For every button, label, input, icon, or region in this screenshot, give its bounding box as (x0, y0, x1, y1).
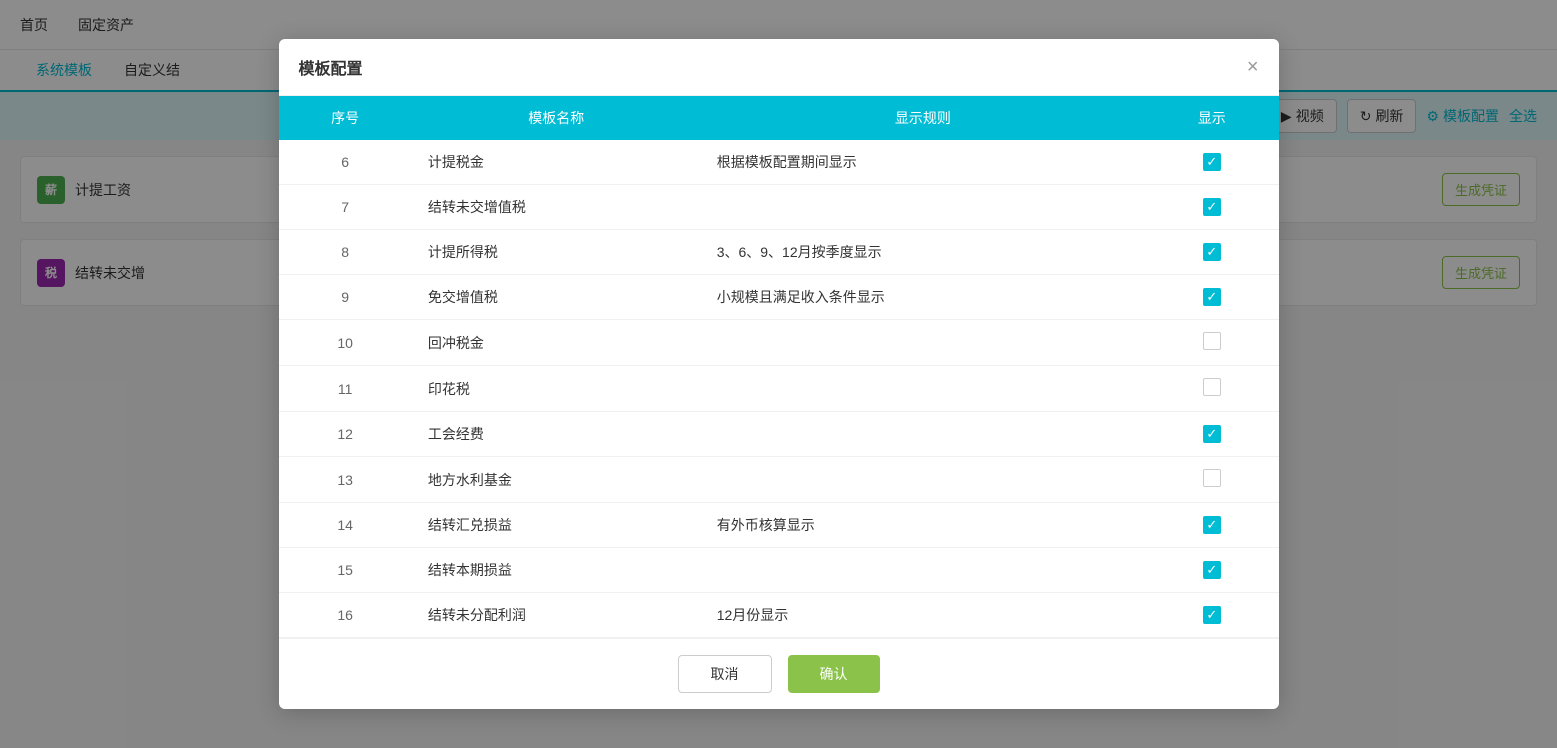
cancel-button[interactable]: 取消 (678, 655, 772, 693)
checkbox-unchecked[interactable] (1203, 469, 1221, 487)
cell-no: 13 (279, 457, 412, 503)
cell-checkbox[interactable]: ✓ (1145, 275, 1278, 320)
cell-no: 7 (279, 185, 412, 230)
cell-name: 计提税金 (412, 140, 701, 185)
cell-rule (701, 412, 1145, 457)
modal-overlay: 模板配置 × 序号 模板名称 显示规则 显示 6计提税金根据模板配置期间显示✓7… (0, 0, 1557, 748)
cell-no: 11 (279, 366, 412, 412)
cell-name: 回冲税金 (412, 320, 701, 366)
cell-checkbox[interactable]: ✓ (1145, 140, 1278, 185)
cell-checkbox[interactable] (1145, 457, 1278, 503)
cell-checkbox[interactable]: ✓ (1145, 548, 1278, 593)
cell-checkbox[interactable]: ✓ (1145, 412, 1278, 457)
cell-rule: 3、6、9、12月按季度显示 (701, 230, 1145, 275)
table-row: 10回冲税金 (279, 320, 1279, 366)
cell-name: 地方水利基金 (412, 457, 701, 503)
checkbox-checked[interactable]: ✓ (1203, 516, 1221, 534)
checkbox-checked[interactable]: ✓ (1203, 243, 1221, 261)
checkbox-checked[interactable]: ✓ (1203, 288, 1221, 306)
checkbox-checked[interactable]: ✓ (1203, 606, 1221, 624)
cell-checkbox[interactable]: ✓ (1145, 593, 1278, 638)
cell-rule: 小规模且满足收入条件显示 (701, 275, 1145, 320)
cell-name: 结转本期损益 (412, 548, 701, 593)
cell-name: 印花税 (412, 366, 701, 412)
checkbox-checked[interactable]: ✓ (1203, 425, 1221, 443)
cell-rule (701, 320, 1145, 366)
cell-no: 10 (279, 320, 412, 366)
cell-rule (701, 185, 1145, 230)
cell-no: 6 (279, 140, 412, 185)
cell-checkbox[interactable]: ✓ (1145, 185, 1278, 230)
cell-name: 结转未分配利润 (412, 593, 701, 638)
cell-checkbox[interactable] (1145, 366, 1278, 412)
confirm-button[interactable]: 确认 (788, 655, 880, 693)
col-header-display: 显示 (1145, 96, 1278, 140)
col-header-name: 模板名称 (412, 96, 701, 140)
cell-rule: 12月份显示 (701, 593, 1145, 638)
config-table: 序号 模板名称 显示规则 显示 6计提税金根据模板配置期间显示✓7结转未交增值税… (279, 96, 1279, 638)
col-header-no: 序号 (279, 96, 412, 140)
table-row: 7结转未交增值税 ✓ (279, 185, 1279, 230)
modal-footer: 取消 确认 (279, 638, 1279, 709)
cell-rule (701, 366, 1145, 412)
template-config-modal: 模板配置 × 序号 模板名称 显示规则 显示 6计提税金根据模板配置期间显示✓7… (279, 39, 1279, 709)
table-row: 6计提税金根据模板配置期间显示 ✓ (279, 140, 1279, 185)
modal-close-button[interactable]: × (1247, 57, 1259, 77)
cell-no: 14 (279, 503, 412, 548)
table-row: 9免交增值税小规模且满足收入条件显示 ✓ (279, 275, 1279, 320)
col-header-rule: 显示规则 (701, 96, 1145, 140)
checkbox-checked[interactable]: ✓ (1203, 153, 1221, 171)
table-row: 8计提所得税3、6、9、12月按季度显示 ✓ (279, 230, 1279, 275)
cell-rule (701, 457, 1145, 503)
modal-body[interactable]: 序号 模板名称 显示规则 显示 6计提税金根据模板配置期间显示✓7结转未交增值税… (279, 96, 1279, 638)
cell-no: 16 (279, 593, 412, 638)
table-row: 12工会经费 ✓ (279, 412, 1279, 457)
table-row: 14结转汇兑损益有外币核算显示 ✓ (279, 503, 1279, 548)
cell-rule: 有外币核算显示 (701, 503, 1145, 548)
checkbox-checked[interactable]: ✓ (1203, 561, 1221, 579)
cell-no: 9 (279, 275, 412, 320)
cell-rule: 根据模板配置期间显示 (701, 140, 1145, 185)
cell-name: 结转汇兑损益 (412, 503, 701, 548)
cell-no: 15 (279, 548, 412, 593)
cell-name: 计提所得税 (412, 230, 701, 275)
cell-checkbox[interactable]: ✓ (1145, 503, 1278, 548)
cell-name: 结转未交增值税 (412, 185, 701, 230)
table-row: 13地方水利基金 (279, 457, 1279, 503)
cell-name: 工会经费 (412, 412, 701, 457)
cell-checkbox[interactable]: ✓ (1145, 230, 1278, 275)
checkbox-unchecked[interactable] (1203, 332, 1221, 350)
checkbox-checked[interactable]: ✓ (1203, 198, 1221, 216)
cell-no: 12 (279, 412, 412, 457)
cell-name: 免交增值税 (412, 275, 701, 320)
cell-checkbox[interactable] (1145, 320, 1278, 366)
table-row: 11印花税 (279, 366, 1279, 412)
table-row: 15结转本期损益 ✓ (279, 548, 1279, 593)
table-row: 16结转未分配利润12月份显示 ✓ (279, 593, 1279, 638)
modal-title: 模板配置 (299, 55, 363, 79)
cell-rule (701, 548, 1145, 593)
checkbox-unchecked[interactable] (1203, 378, 1221, 396)
cell-no: 8 (279, 230, 412, 275)
table-header-row: 序号 模板名称 显示规则 显示 (279, 96, 1279, 140)
modal-header: 模板配置 × (279, 39, 1279, 96)
